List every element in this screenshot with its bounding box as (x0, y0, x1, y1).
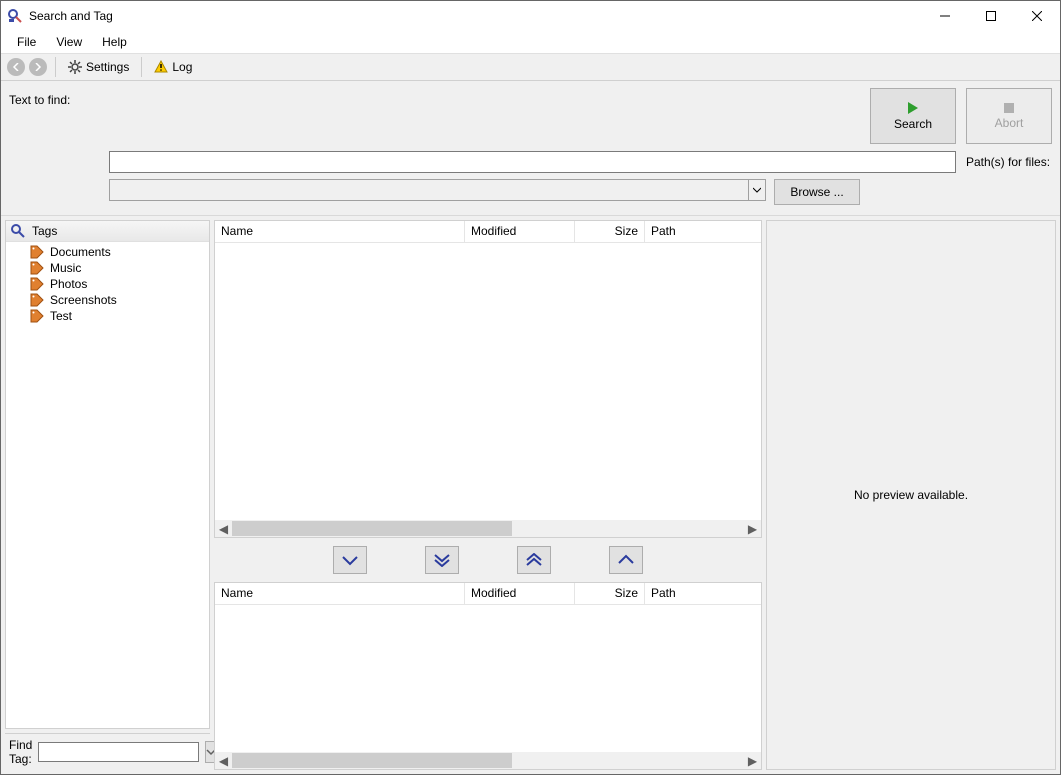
results-hscroll[interactable]: ◀ ▶ (215, 520, 761, 537)
scroll-left-icon[interactable]: ◀ (215, 752, 232, 769)
minimize-button[interactable] (922, 1, 968, 31)
tag-label: Photos (50, 277, 87, 291)
col-path[interactable]: Path (645, 221, 761, 242)
col-modified[interactable]: Modified (465, 221, 575, 242)
warning-icon (154, 60, 168, 74)
scroll-left-icon[interactable]: ◀ (215, 520, 232, 537)
center-area: Name Modified Size Path ◀ ▶ (214, 220, 762, 770)
maximize-button[interactable] (968, 1, 1014, 31)
stop-icon (1003, 102, 1015, 114)
menu-file[interactable]: File (7, 33, 46, 51)
text-to-find-label: Text to find: (9, 93, 99, 107)
text-to-find-input[interactable] (109, 151, 956, 173)
tags-tree: Documents Music Photos Screenshots Test (6, 242, 209, 728)
abort-button-label: Abort (995, 116, 1024, 130)
abort-button: Abort (966, 88, 1052, 144)
scroll-right-icon[interactable]: ▶ (744, 520, 761, 537)
tags-panel: Tags Documents Music Photos Screenshots Test (5, 220, 210, 729)
close-button[interactable] (1014, 1, 1060, 31)
tags-root-icon (10, 223, 26, 239)
gear-icon (68, 60, 82, 74)
browse-button[interactable]: Browse ... (774, 179, 860, 205)
window-title: Search and Tag (29, 9, 113, 23)
app-icon (7, 8, 23, 24)
menu-help[interactable]: Help (92, 33, 137, 51)
col2-modified[interactable]: Modified (465, 583, 575, 604)
log-button[interactable]: Log (150, 60, 196, 74)
preview-panel: No preview available. (766, 220, 1056, 770)
tag-node[interactable]: Screenshots (6, 292, 209, 308)
col-size[interactable]: Size (575, 221, 645, 242)
tag-label: Documents (50, 245, 111, 259)
log-label: Log (172, 60, 192, 74)
selection-hscroll[interactable]: ◀ ▶ (215, 752, 761, 769)
settings-label: Settings (86, 60, 129, 74)
menubar: File View Help (1, 31, 1060, 53)
tag-node[interactable]: Music (6, 260, 209, 276)
nav-back-button[interactable] (7, 58, 25, 76)
play-icon (906, 101, 920, 115)
menu-view[interactable]: View (46, 33, 92, 51)
paths-combo[interactable] (109, 179, 766, 201)
move-down-button[interactable] (333, 546, 367, 574)
titlebar: Search and Tag (1, 1, 1060, 31)
move-up-all-button[interactable] (517, 546, 551, 574)
settings-button[interactable]: Settings (64, 60, 133, 74)
paths-input[interactable] (109, 179, 748, 201)
col2-name[interactable]: Name (215, 583, 465, 604)
results-columns: Name Modified Size Path (215, 221, 761, 243)
nav-forward-button[interactable] (29, 58, 47, 76)
tag-node[interactable]: Photos (6, 276, 209, 292)
paths-label: Path(s) for files: (966, 155, 1052, 169)
tags-root-label: Tags (32, 224, 57, 238)
scroll-thumb[interactable] (232, 753, 512, 768)
search-button[interactable]: Search (870, 88, 956, 144)
tag-node[interactable]: Documents (6, 244, 209, 260)
find-tag-input[interactable] (38, 742, 199, 762)
tag-label: Music (50, 261, 81, 275)
tag-label: Screenshots (50, 293, 117, 307)
find-tag-bar: Find Tag: (5, 733, 210, 770)
col2-path[interactable]: Path (645, 583, 761, 604)
move-down-all-button[interactable] (425, 546, 459, 574)
search-button-label: Search (894, 117, 932, 131)
col-name[interactable]: Name (215, 221, 465, 242)
move-up-button[interactable] (609, 546, 643, 574)
chevron-down-icon[interactable] (748, 179, 766, 201)
tag-label: Test (50, 309, 72, 323)
find-tag-label: Find Tag: (9, 738, 32, 766)
search-area: Text to find: Search Abort Path(s) for f… (1, 81, 1060, 216)
toolbar: Settings Log (1, 53, 1060, 81)
scroll-thumb[interactable] (232, 521, 512, 536)
preview-empty-text: No preview available. (854, 488, 968, 502)
selection-columns: Name Modified Size Path (215, 583, 761, 605)
tag-node[interactable]: Test (6, 308, 209, 324)
selection-list[interactable]: Name Modified Size Path ◀ ▶ (214, 582, 762, 770)
tags-root[interactable]: Tags (6, 221, 209, 242)
scroll-right-icon[interactable]: ▶ (744, 752, 761, 769)
results-list[interactable]: Name Modified Size Path ◀ ▶ (214, 220, 762, 538)
col2-size[interactable]: Size (575, 583, 645, 604)
move-buttons (214, 542, 762, 578)
